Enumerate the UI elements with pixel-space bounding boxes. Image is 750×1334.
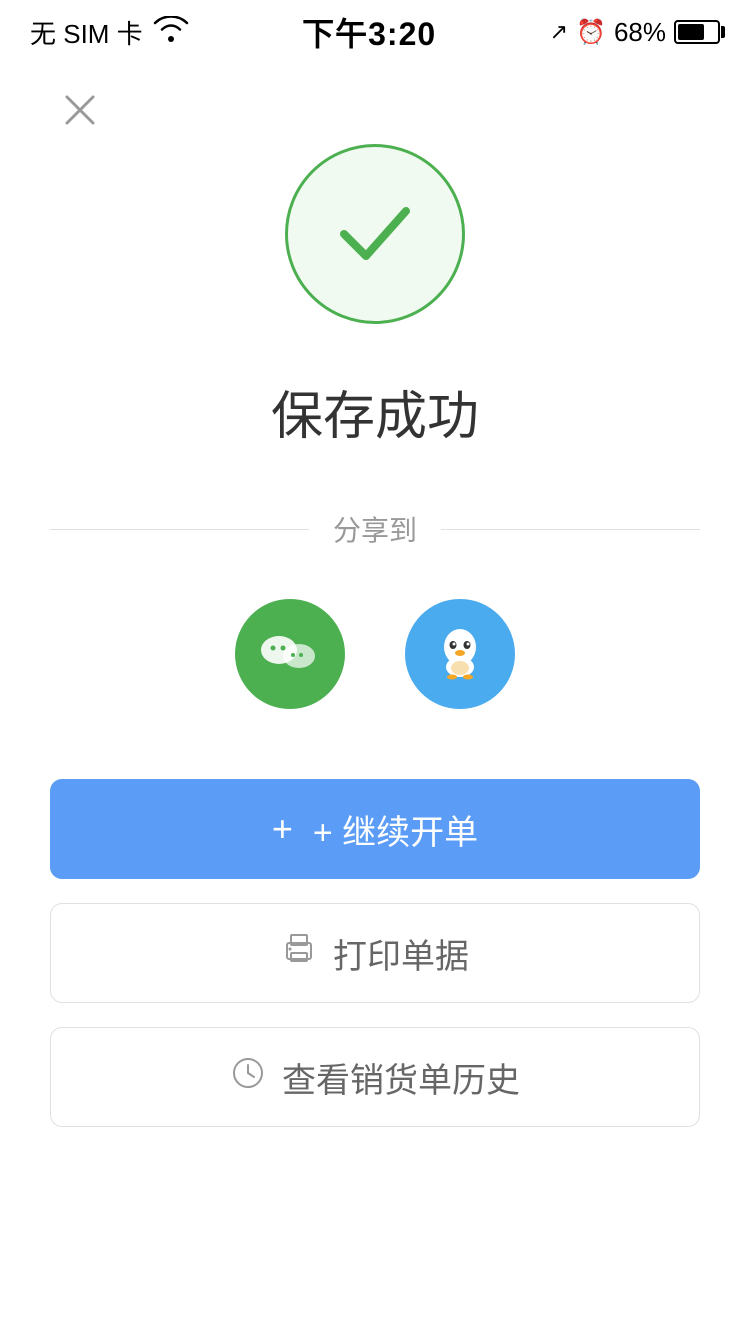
wechat-icon: [257, 626, 323, 682]
divider-line-left: [50, 529, 309, 530]
continue-order-label: + 继续开单: [309, 805, 478, 854]
history-icon: [230, 1055, 266, 1100]
share-text: 分享到: [309, 509, 441, 549]
success-icon-circle: [285, 144, 465, 324]
share-icons: [235, 599, 515, 709]
location-icon: ↗: [550, 19, 568, 45]
status-bar: 无 SIM 卡 下午3:20 ↗ ⏰ 68%: [0, 0, 750, 64]
continue-order-icon: +: [272, 808, 293, 850]
wechat-share-button[interactable]: [235, 599, 345, 709]
close-button[interactable]: [50, 80, 110, 140]
qq-share-button[interactable]: [405, 599, 515, 709]
checkmark-icon: [330, 189, 420, 279]
print-button[interactable]: 打印单据: [50, 903, 700, 1003]
share-divider: 分享到: [0, 509, 750, 549]
wifi-icon: [153, 16, 189, 49]
qq-icon: [427, 621, 493, 687]
history-button[interactable]: 查看销货单历史: [50, 1027, 700, 1127]
divider-line-right: [441, 529, 700, 530]
battery-text: 68%: [614, 17, 666, 48]
alarm-icon: ⏰: [576, 18, 606, 47]
battery-icon: [674, 20, 720, 44]
battery-fill: [678, 24, 704, 40]
carrier-text: 无 SIM 卡: [30, 14, 143, 51]
print-label: 打印单据: [333, 929, 469, 978]
action-buttons: + + 继续开单 打印单据 查看销货单: [0, 779, 750, 1127]
print-icon: [281, 931, 317, 976]
continue-order-button[interactable]: + + 继续开单: [50, 779, 700, 879]
main-content: 保存成功 分享到: [0, 64, 750, 1127]
history-label: 查看销货单历史: [282, 1053, 520, 1102]
success-title: 保存成功: [271, 374, 479, 449]
status-left: 无 SIM 卡: [30, 14, 189, 51]
status-right: ↗ ⏰ 68%: [550, 17, 720, 48]
status-time: 下午3:20: [302, 9, 436, 55]
